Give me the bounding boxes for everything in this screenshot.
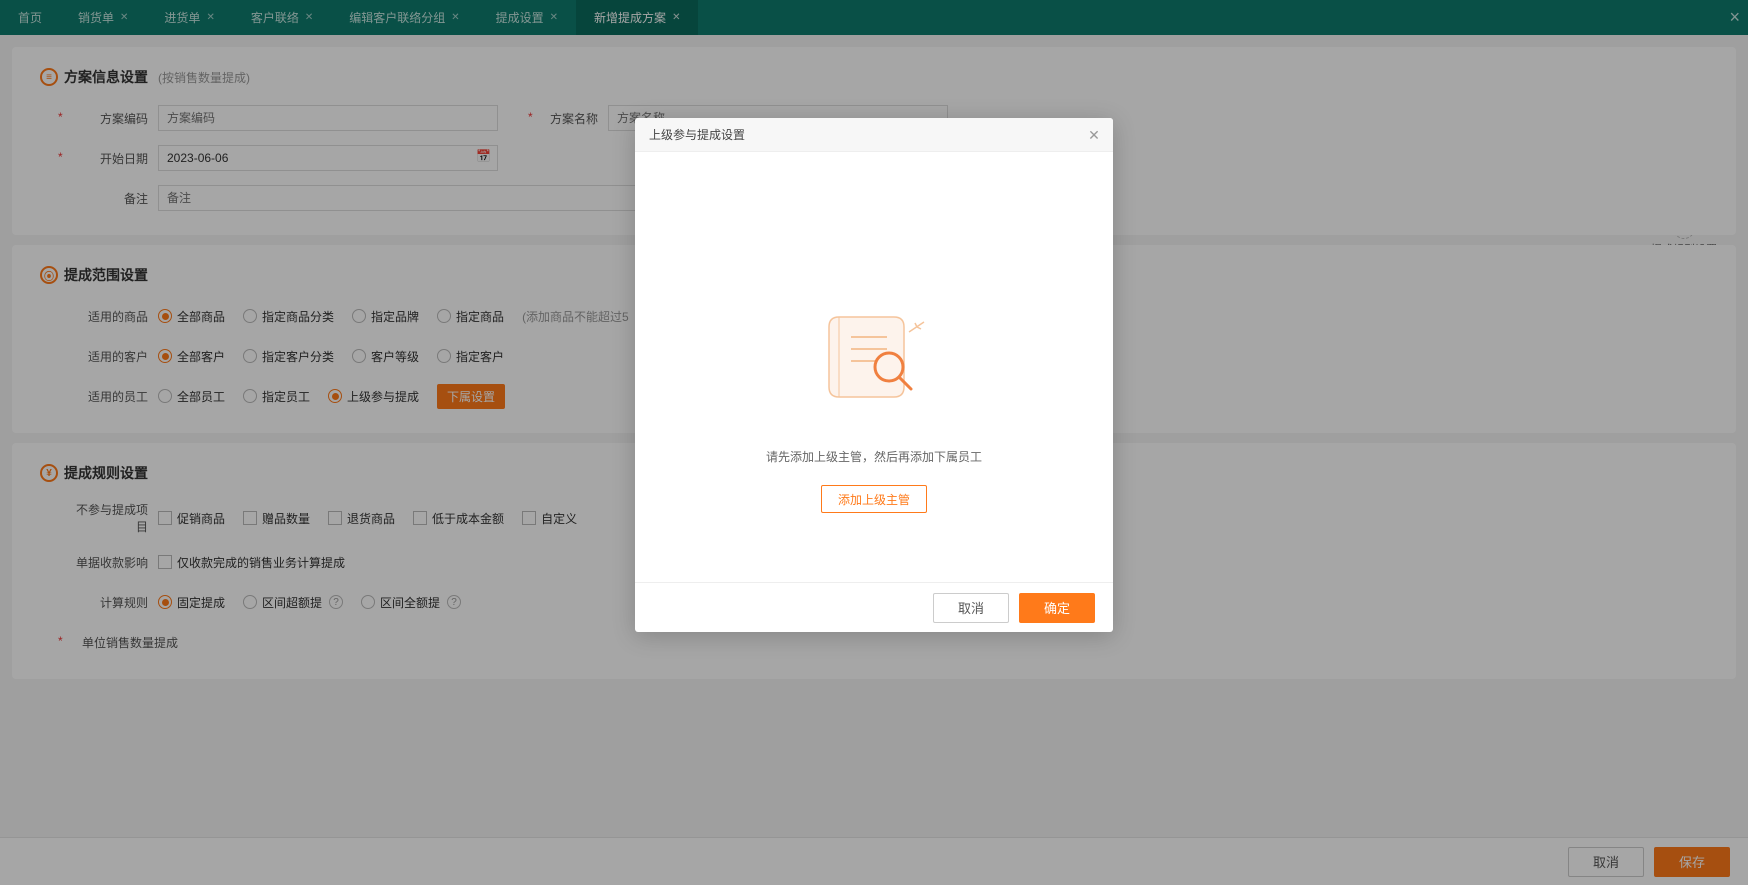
modal-title: 上级参与提成设置 — [649, 126, 745, 143]
close-icon[interactable]: ✕ — [1085, 126, 1103, 144]
empty-state-text: 请先添加上级主管，然后再添加下属员工 — [766, 448, 982, 465]
empty-illustration-icon — [809, 282, 939, 432]
modal-cancel-button[interactable]: 取消 — [933, 593, 1009, 623]
add-superior-button[interactable]: 添加上级主管 — [821, 485, 927, 513]
superior-commission-modal: 上级参与提成设置 ✕ 请先添加上级主管，然后再添加下属员工 添加上级主管 取消 … — [635, 118, 1113, 632]
modal-header: 上级参与提成设置 ✕ — [635, 118, 1113, 152]
modal-ok-button[interactable]: 确定 — [1019, 593, 1095, 623]
modal-body: 请先添加上级主管，然后再添加下属员工 添加上级主管 — [635, 152, 1113, 582]
modal-footer: 取消 确定 — [635, 582, 1113, 632]
